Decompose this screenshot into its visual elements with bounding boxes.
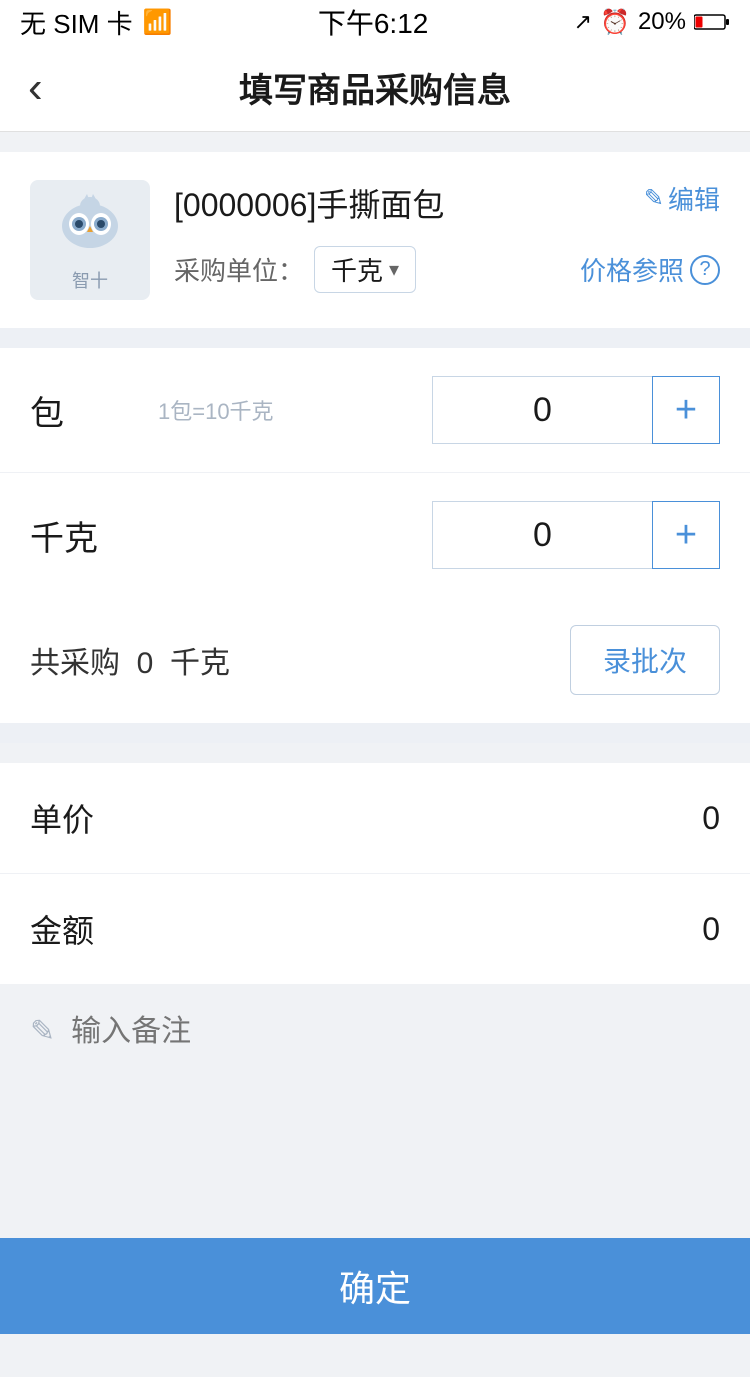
qty-label-kg: 千克	[30, 511, 150, 560]
section-divider-1	[0, 328, 750, 348]
price-info-section: 单价 0 金额 0	[0, 763, 750, 984]
unit-price-row: 单价 0	[0, 763, 750, 874]
unit-price-value: 0	[702, 800, 720, 837]
qty-plus-btn-bao[interactable]: +	[652, 376, 720, 444]
pencil-icon: ✎	[30, 1014, 55, 1049]
product-name: [0000006]手撕面包	[174, 180, 444, 226]
help-icon: ?	[690, 255, 720, 285]
edit-icon: ✎	[644, 184, 664, 213]
price-ref-button[interactable]: 价格参照 ?	[580, 251, 720, 288]
unit-label: 采购单位：	[174, 251, 304, 288]
product-image: 智十	[30, 180, 150, 300]
wifi-icon: 📶	[143, 8, 173, 37]
edit-button[interactable]: ✎ 编辑	[644, 180, 720, 217]
product-logo-icon	[55, 188, 125, 265]
edit-label: 编辑	[668, 180, 720, 217]
amount-row: 金额 0	[0, 874, 750, 984]
quantity-row-kg: 千克 +	[0, 473, 750, 597]
back-button[interactable]: ‹	[28, 63, 43, 113]
battery-icon	[694, 13, 730, 31]
alarm-icon: ⏰	[600, 8, 630, 37]
unit-row-left: 采购单位： 千克 ▾	[174, 246, 416, 293]
quantity-row-bao: 包 1包=10千克 +	[0, 348, 750, 473]
unit-select[interactable]: 千克 ▾	[314, 246, 416, 293]
total-text: 共采购 0 千克	[30, 638, 230, 682]
qty-input-kg[interactable]	[432, 501, 652, 569]
status-carrier: 无 SIM 卡 📶	[20, 4, 173, 41]
unit-price-label: 单价	[30, 795, 130, 841]
total-row: 共采购 0 千克 录批次	[0, 597, 750, 723]
quantity-section: 包 1包=10千克 + 千克 +	[0, 348, 750, 597]
qty-input-wrap-kg: +	[432, 501, 720, 569]
status-right: ↗ ⏰ 20%	[574, 8, 730, 37]
qty-plus-btn-kg[interactable]: +	[652, 501, 720, 569]
status-time: 下午6:12	[318, 2, 429, 42]
confirm-button[interactable]: 确定	[0, 1238, 750, 1334]
product-card: 智十 [0000006]手撕面包 ✎ 编辑 采购单位： 千克 ▾	[0, 152, 750, 328]
product-info: [0000006]手撕面包 ✎ 编辑 采购单位： 千克 ▾ 价格参照 ?	[174, 180, 720, 293]
nav-title: 填写商品采购信息	[239, 63, 511, 112]
qty-input-wrap-bao: +	[432, 376, 720, 444]
batch-button[interactable]: 录批次	[570, 625, 720, 695]
qty-label-bao: 包	[30, 386, 150, 435]
amount-label: 金额	[30, 906, 130, 952]
status-bar: 无 SIM 卡 📶 下午6:12 ↗ ⏰ 20%	[0, 0, 750, 44]
notes-section: ✎	[0, 986, 750, 1077]
nav-bar: ‹ 填写商品采购信息	[0, 44, 750, 132]
amount-value: 0	[702, 911, 720, 948]
product-logo-label: 智十	[72, 267, 108, 293]
section-divider-2	[0, 723, 750, 743]
notes-input[interactable]	[71, 1015, 720, 1049]
qty-input-bao[interactable]	[432, 376, 652, 444]
price-ref-label: 价格参照	[580, 251, 684, 288]
carrier-text: 无 SIM 卡	[20, 4, 133, 41]
location-icon: ↗	[574, 9, 592, 35]
qty-sublabel-bao: 1包=10千克	[158, 394, 274, 426]
chevron-down-icon: ▾	[389, 257, 399, 282]
unit-value: 千克	[331, 251, 383, 288]
battery-text: 20%	[638, 8, 686, 36]
